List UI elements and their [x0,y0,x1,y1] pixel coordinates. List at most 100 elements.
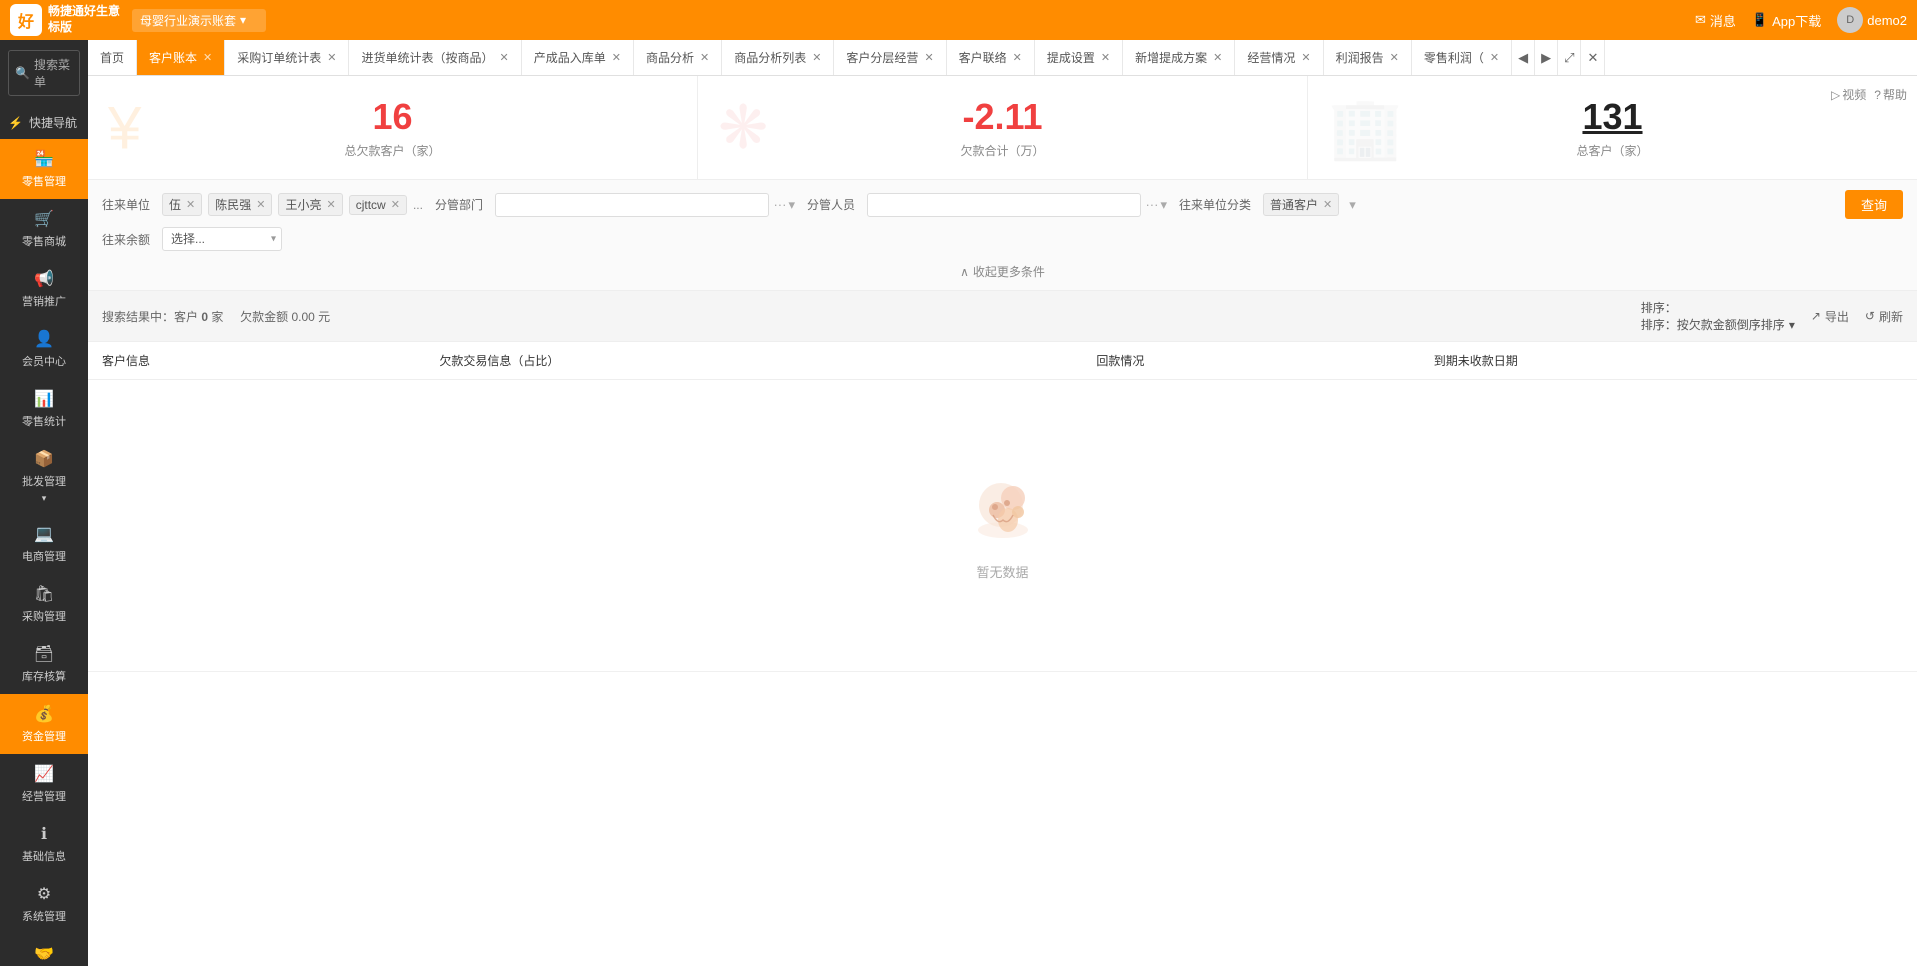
search-result-bar: 搜索结果中：客户 0 家 欠款金额 0.00 元 排序： 排序：按欠款金额倒序排… [88,291,1917,342]
tab-product-analysis[interactable]: 商品分析 ✕ [634,40,722,76]
help-icon: ? [1874,88,1881,102]
refresh-btn[interactable]: ↺ 刷新 [1865,299,1903,333]
stat-block-customers: ¥ 16 总欠款客户（家） [88,76,698,179]
tab-inbound-stats[interactable]: 进货单统计表（按商品） ✕ [349,40,521,76]
tab-profit-report[interactable]: 利润报告 ✕ [1324,40,1412,76]
tab-close-production[interactable]: ✕ [612,51,621,64]
table-header-row: 客户信息 欠款交易信息（占比） 回款情况 到期未收款日期 [88,342,1917,380]
sidebar-item-operations[interactable]: 📈 经营管理 [0,754,88,814]
tab-close-retail[interactable]: ✕ [1490,51,1499,64]
sidebar-item-capital[interactable]: 💰 资金管理 [0,694,88,754]
sidebar-search-area: 🔍 搜索菜单 [0,40,88,106]
tab-nav-prev[interactable]: ◀ [1512,40,1535,76]
tab-close-promotion[interactable]: ✕ [1101,51,1110,64]
sidebar-item-retail-stats[interactable]: 📊 零售统计 [0,379,88,439]
tab-product-list[interactable]: 商品分析列表 ✕ [722,40,834,76]
sidebar-item-member-center[interactable]: 👤 会员中心 [0,319,88,379]
tag-close-normal[interactable]: ✕ [1323,198,1332,211]
table-header: 客户信息 欠款交易信息（占比） 回款情况 到期未收款日期 [88,342,1917,380]
tab-customer-account[interactable]: 客户账本 ✕ [137,40,225,76]
empty-text: 暂无数据 [976,562,1028,581]
filter-row-1: 往来单位 伍 ✕ 陈民强 ✕ 王小亮 [102,190,1903,219]
tab-production[interactable]: 产成品入库单 ✕ [522,40,634,76]
sidebar-item-batch-mgmt[interactable]: 📦 批发管理 ▾ [0,439,88,514]
person-input[interactable] [867,193,1141,217]
tab-home[interactable]: 首页 [88,40,137,76]
sidebar-item-marketing[interactable]: 📢 营销推广 [0,259,88,319]
tab-close-product-analysis[interactable]: ✕ [700,51,709,64]
filter-more-tags[interactable]: ... [413,198,423,212]
tab-purchase-order-stats[interactable]: 采购订单统计表 ✕ [225,40,349,76]
filter-tags-class: 普通客户 ✕ ▾ [1263,193,1356,216]
sidebar-search-btn[interactable]: 🔍 搜索菜单 [8,50,80,96]
department-input[interactable] [495,193,769,217]
query-button[interactable]: 查询 [1845,190,1903,219]
collapse-area: ∧ 收起更多条件 [102,259,1903,280]
sidebar-item-cooperation[interactable]: 🤝 企业协同 [0,934,88,966]
tab-close-segment[interactable]: ✕ [924,51,933,64]
tag-close-cjttcw[interactable]: ✕ [391,198,400,211]
help-btn[interactable]: ? 帮助 [1874,86,1907,103]
export-icon: ↗ [1811,309,1821,323]
tab-nav-next[interactable]: ▶ [1535,40,1558,76]
logo-text: 畅捷通好生意 标版 [48,4,120,35]
tab-close-inbound[interactable]: ✕ [500,51,509,64]
tab-close-contact[interactable]: ✕ [1013,51,1022,64]
tab-close-product-list[interactable]: ✕ [812,51,821,64]
sidebar: 🔍 搜索菜单 ⚡ 快捷导航 🏪 零售管理 🛒 零售商城 📢 营销推广 [0,40,88,966]
sidebar-item-system[interactable]: ⚙ 系统管理 [0,874,88,934]
search-icon: 🔍 [15,66,30,80]
content-area: 首页 客户账本 ✕ 采购订单统计表 ✕ 进货单统计表（按商品） ✕ 产成品入库单… [88,40,1917,966]
department-label: 分管部门 [435,196,483,213]
tab-retail-profit[interactable]: 零售利润（ ✕ [1412,40,1512,76]
tab-close-new-promotion[interactable]: ✕ [1213,51,1222,64]
tab-close-customer-account[interactable]: ✕ [203,51,212,64]
table-wrapper: 客户信息 欠款交易信息（占比） 回款情况 到期未收款日期 [88,342,1917,672]
stat-value-customers: 16 [344,96,440,138]
tag-close-wu[interactable]: ✕ [186,198,195,211]
message-icon: ✉ [1695,12,1706,28]
filter-bar: 往来单位 伍 ✕ 陈民强 ✕ 王小亮 [88,180,1917,291]
tab-promotion[interactable]: 提成设置 ✕ [1035,40,1123,76]
sidebar-item-ecommerce[interactable]: 💻 电商管理 [0,514,88,574]
tab-close-purchase[interactable]: ✕ [327,51,336,64]
app-download-btn[interactable]: 📱 App下载 [1752,11,1821,30]
user-profile-btn[interactable]: D demo2 [1837,7,1907,33]
sidebar-item-basic-info[interactable]: ℹ 基础信息 [0,814,88,874]
operations-icon: 📈 [34,764,54,784]
filter-tags-unit: 伍 ✕ 陈民强 ✕ 王小亮 ✕ [162,193,423,216]
avatar: D [1837,7,1863,33]
unit-class-dropdown-icon[interactable]: ▾ [1349,197,1356,213]
top-bar: 好 畅捷通好生意 标版 母婴行业演示账套 ▾ ✉ 消息 📱 App下载 D [0,0,1917,40]
sidebar-item-quick-nav[interactable]: ⚡ 快捷导航 [0,106,88,139]
video-btn[interactable]: ▷ 视频 [1831,86,1866,103]
tab-business[interactable]: 经营情况 ✕ [1235,40,1323,76]
message-btn[interactable]: ✉ 消息 [1695,11,1736,30]
tab-new-promotion[interactable]: 新增提成方案 ✕ [1123,40,1235,76]
sort-label: 排序： 排序：按欠款金额倒序排序 ▾ [1641,299,1795,333]
tag-close-chen[interactable]: ✕ [256,198,265,211]
account-selector[interactable]: 母婴行业演示账套 ▾ [132,9,266,32]
stat-block-total: 🏢 131 总客户（家） ▷ 视频 ? 帮助 [1308,76,1917,179]
person-dropdown-icon[interactable]: ▾ [1160,197,1167,213]
export-btn[interactable]: ↗ 导出 [1811,299,1849,333]
sidebar-item-retail-mgmt[interactable]: 🏪 零售管理 [0,139,88,199]
tab-close-profit[interactable]: ✕ [1390,51,1399,64]
stat-block-overdue: ❋ -2.11 欠款合计（万） [698,76,1308,179]
sidebar-item-retail-mall[interactable]: 🛒 零售商城 [0,199,88,259]
sort-btn[interactable]: 排序：按欠款金额倒序排序 ▾ [1641,316,1795,333]
department-dropdown-icon[interactable]: ▾ [788,197,795,213]
sidebar-item-purchase[interactable]: 🛍 采购管理 [0,574,88,634]
tab-customer-contact[interactable]: 客户联络 ✕ [947,40,1035,76]
stat-value-total: 131 [1576,96,1648,138]
tag-close-wang[interactable]: ✕ [327,198,336,211]
sidebar-item-inventory[interactable]: 🗃 库存核算 [0,634,88,694]
collapse-btn[interactable]: ∧ 收起更多条件 [960,263,1045,280]
tab-close-business[interactable]: ✕ [1301,51,1310,64]
tab-expand-btn[interactable]: ⤢ [1558,40,1581,76]
filter-tag-wu: 伍 ✕ [162,193,202,216]
tab-close-all-btn[interactable]: ✕ [1581,40,1605,76]
stat-label-total: 总客户（家） [1576,142,1648,159]
tab-customer-segment[interactable]: 客户分层经营 ✕ [834,40,946,76]
remaining-select[interactable]: 选择... [162,227,282,251]
